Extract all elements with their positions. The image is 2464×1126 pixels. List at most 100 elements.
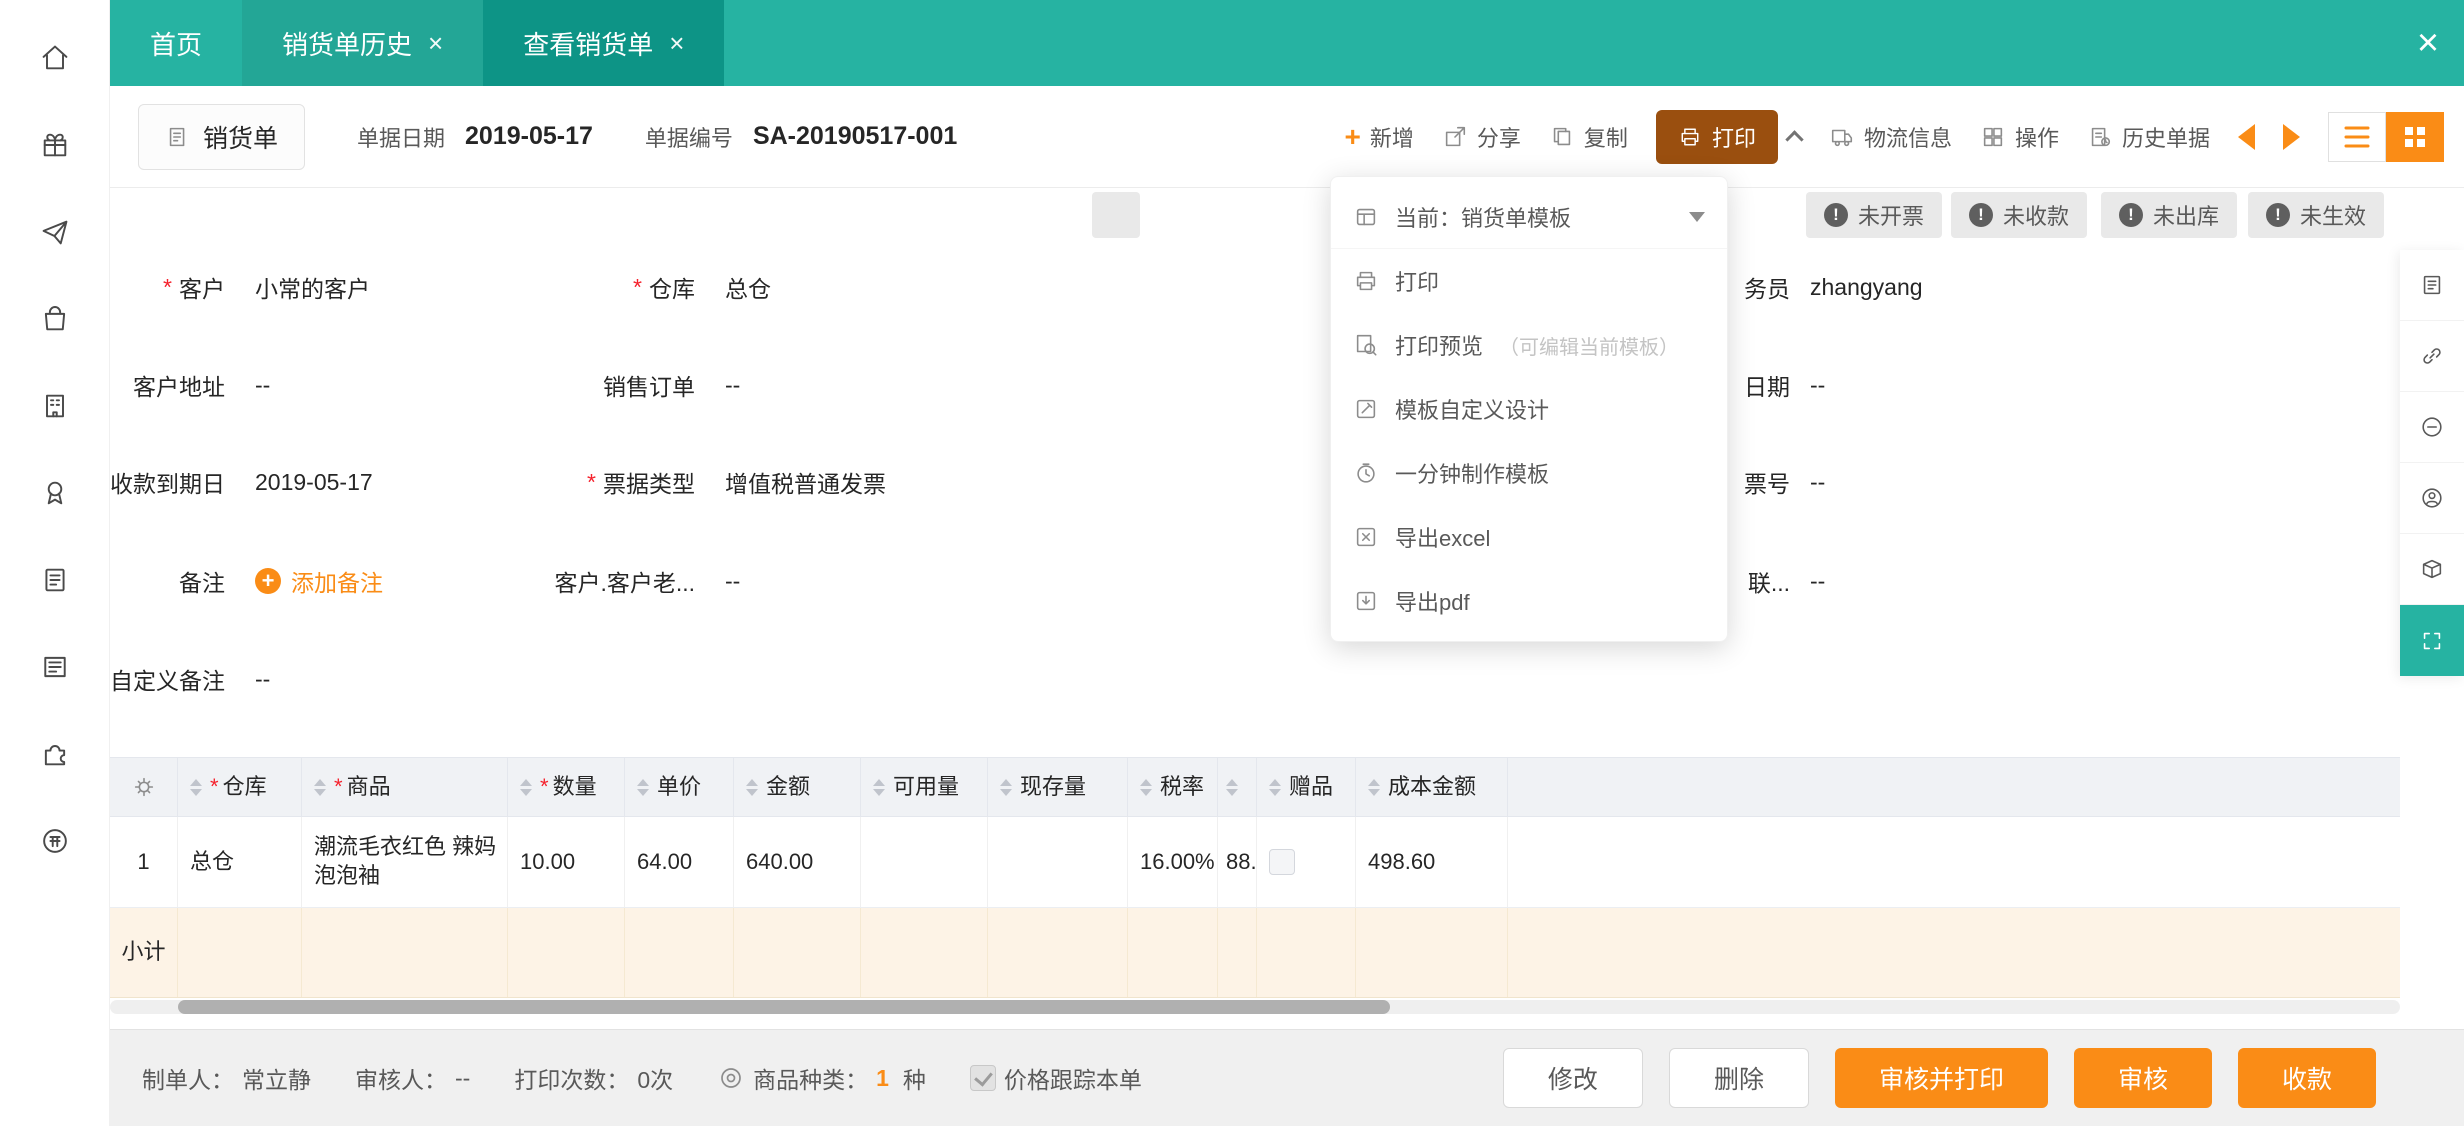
logistics-button[interactable]: 物流信息 xyxy=(1829,121,1952,153)
view-toggle xyxy=(2328,111,2444,162)
table-row[interactable]: 1 总仓 潮流毛衣红色 辣妈泡泡袖 10.00 64.00 640.00 16.… xyxy=(110,817,2400,908)
menu-item-current-template[interactable]: 当前：销货单模板 xyxy=(1331,185,1727,249)
menu-item-quick-template[interactable]: 一分钟制作模板 xyxy=(1331,441,1727,505)
link-button[interactable] xyxy=(2400,321,2464,392)
shopping-bag-icon xyxy=(44,305,65,330)
menu-item-print[interactable]: 打印 xyxy=(1331,249,1727,313)
close-tab-icon[interactable] xyxy=(428,30,443,56)
prev-document-button[interactable] xyxy=(2238,123,2255,150)
header-product[interactable]: * 商品 xyxy=(302,758,508,816)
nav-new-button[interactable] xyxy=(0,797,110,884)
expand-button[interactable] xyxy=(2400,605,2464,676)
puzzle-icon xyxy=(44,744,65,765)
header-discount[interactable] xyxy=(1218,758,1257,816)
print-split-button: 打印 xyxy=(1655,109,1804,164)
price-track-checkbox[interactable] xyxy=(969,1065,996,1091)
history-doc-icon xyxy=(2091,127,2111,146)
price-track-option: 价格跟踪本单 xyxy=(969,1061,1142,1095)
arrow-left-icon xyxy=(2238,123,2255,150)
grid-view-button[interactable] xyxy=(2386,111,2444,162)
pdf-export-icon xyxy=(1356,591,1376,611)
cell-cost-amount: 498.60 xyxy=(1356,817,1508,907)
header-warehouse[interactable]: * 仓库 xyxy=(178,758,302,816)
sales-order-value: -- xyxy=(725,371,741,398)
history-docs-button[interactable]: 历史单据 xyxy=(2087,121,2210,153)
add-new-button[interactable]: 新增 xyxy=(1345,121,1414,153)
doc-type-label: 销货单 xyxy=(203,124,279,153)
gift-checkbox[interactable] xyxy=(1269,849,1295,875)
delete-button[interactable]: 删除 xyxy=(1668,1048,1809,1108)
list-view-button[interactable] xyxy=(2328,111,2386,162)
sort-icon xyxy=(520,779,532,796)
header-gift[interactable]: 赠品 xyxy=(1257,758,1356,816)
menu-item-export-pdf[interactable]: 导出pdf xyxy=(1331,569,1727,633)
nav-warehouse-button[interactable] xyxy=(0,362,110,449)
status-badges-row: 未开票 未收款 未出库 未生效 xyxy=(110,190,2464,244)
required-star: * xyxy=(163,273,172,300)
cell-warehouse: 总仓 xyxy=(178,817,302,907)
user-button[interactable] xyxy=(2400,463,2464,534)
tab-home[interactable]: 首页 xyxy=(110,0,242,86)
nav-purchase-button[interactable] xyxy=(0,275,110,362)
collect-payment-button[interactable]: 收款 xyxy=(2237,1048,2376,1108)
audit-button[interactable]: 审核 xyxy=(2073,1048,2212,1108)
modify-button[interactable]: 修改 xyxy=(1502,1048,1643,1108)
salesman-value: zhangyang xyxy=(1810,273,1923,300)
header-cost-amount[interactable]: 成本金额 xyxy=(1356,758,1508,816)
cell-tax-rate: 16.00% xyxy=(1128,817,1218,907)
collapse-caret-icon[interactable] xyxy=(1785,130,1804,149)
header-unit-price[interactable]: 单价 xyxy=(625,758,734,816)
header-stock[interactable]: 现存量 xyxy=(988,758,1128,816)
tab-sales-history[interactable]: 销货单历史 xyxy=(242,0,484,86)
doc-type-tab[interactable]: 销货单 xyxy=(138,103,306,170)
status-badge-uninvoiced: 未开票 xyxy=(1806,192,1943,238)
menu-item-print-preview[interactable]: 打印预览 （可编辑当前模板） xyxy=(1331,313,1727,377)
warehouse-value: 总仓 xyxy=(725,276,771,302)
sort-icon xyxy=(637,779,649,796)
row-index: 1 xyxy=(110,817,178,907)
sort-icon xyxy=(1368,779,1380,796)
cell-amount: 640.00 xyxy=(734,817,861,907)
audit-and-print-button[interactable]: 审核并打印 xyxy=(1834,1048,2048,1108)
nav-customer-button[interactable] xyxy=(0,449,110,536)
share-button[interactable]: 分享 xyxy=(1442,121,1521,153)
close-window-icon[interactable] xyxy=(2398,0,2458,86)
copy-button[interactable]: 复制 xyxy=(1549,121,1628,153)
header-amount[interactable]: 金额 xyxy=(734,758,861,816)
cell-quantity: 10.00 xyxy=(508,817,625,907)
status-badge-unshipped: 未出库 xyxy=(2101,192,2238,238)
due-date-value: 2019-05-17 xyxy=(255,468,373,495)
next-document-button[interactable] xyxy=(2283,123,2300,150)
subtotal-row: 小计 xyxy=(110,908,2400,998)
header-quantity[interactable]: * 数量 xyxy=(508,758,625,816)
add-remark-link[interactable]: 添加备注 xyxy=(255,556,383,606)
nav-reports-button[interactable] xyxy=(0,623,110,710)
menu-item-hint: （可编辑当前模板） xyxy=(1499,336,1680,359)
menu-item-template-design[interactable]: 模板自定义设计 xyxy=(1331,377,1727,441)
table-settings-cell[interactable] xyxy=(110,758,178,816)
nav-apps-button[interactable] xyxy=(0,710,110,797)
menu-item-export-excel[interactable]: 导出excel xyxy=(1331,505,1727,569)
horizontal-scrollbar-track[interactable] xyxy=(110,1000,2400,1014)
nav-orders-button[interactable] xyxy=(0,536,110,623)
send-icon xyxy=(42,220,67,244)
nav-products-button[interactable] xyxy=(0,101,110,188)
nav-home-button[interactable] xyxy=(0,14,110,101)
nav-sales-button[interactable] xyxy=(0,188,110,275)
tab-view-sales-order[interactable]: 查看销货单 xyxy=(483,0,725,86)
close-tab-icon[interactable] xyxy=(669,30,684,56)
preview-icon xyxy=(1356,334,1377,356)
horizontal-scrollbar-thumb[interactable] xyxy=(178,1000,1390,1014)
header-available[interactable]: 可用量 xyxy=(861,758,988,816)
disable-button[interactable] xyxy=(2400,392,2464,463)
invoice-type-value: 增值税普通发票 xyxy=(725,471,886,497)
notes-button[interactable] xyxy=(2400,250,2464,321)
toolbar-actions: 新增 分享 复制 打印 物流信息 操作 历史单据 xyxy=(1345,109,2444,164)
header-filler xyxy=(1508,758,2400,816)
print-button[interactable]: 打印 xyxy=(1655,109,1778,164)
package-button[interactable] xyxy=(2400,534,2464,605)
header-tax-rate[interactable]: 税率 xyxy=(1128,758,1218,816)
subtotal-label: 小计 xyxy=(110,908,178,997)
operate-button[interactable]: 操作 xyxy=(1980,121,2059,153)
caret-down-icon xyxy=(1689,211,1705,222)
